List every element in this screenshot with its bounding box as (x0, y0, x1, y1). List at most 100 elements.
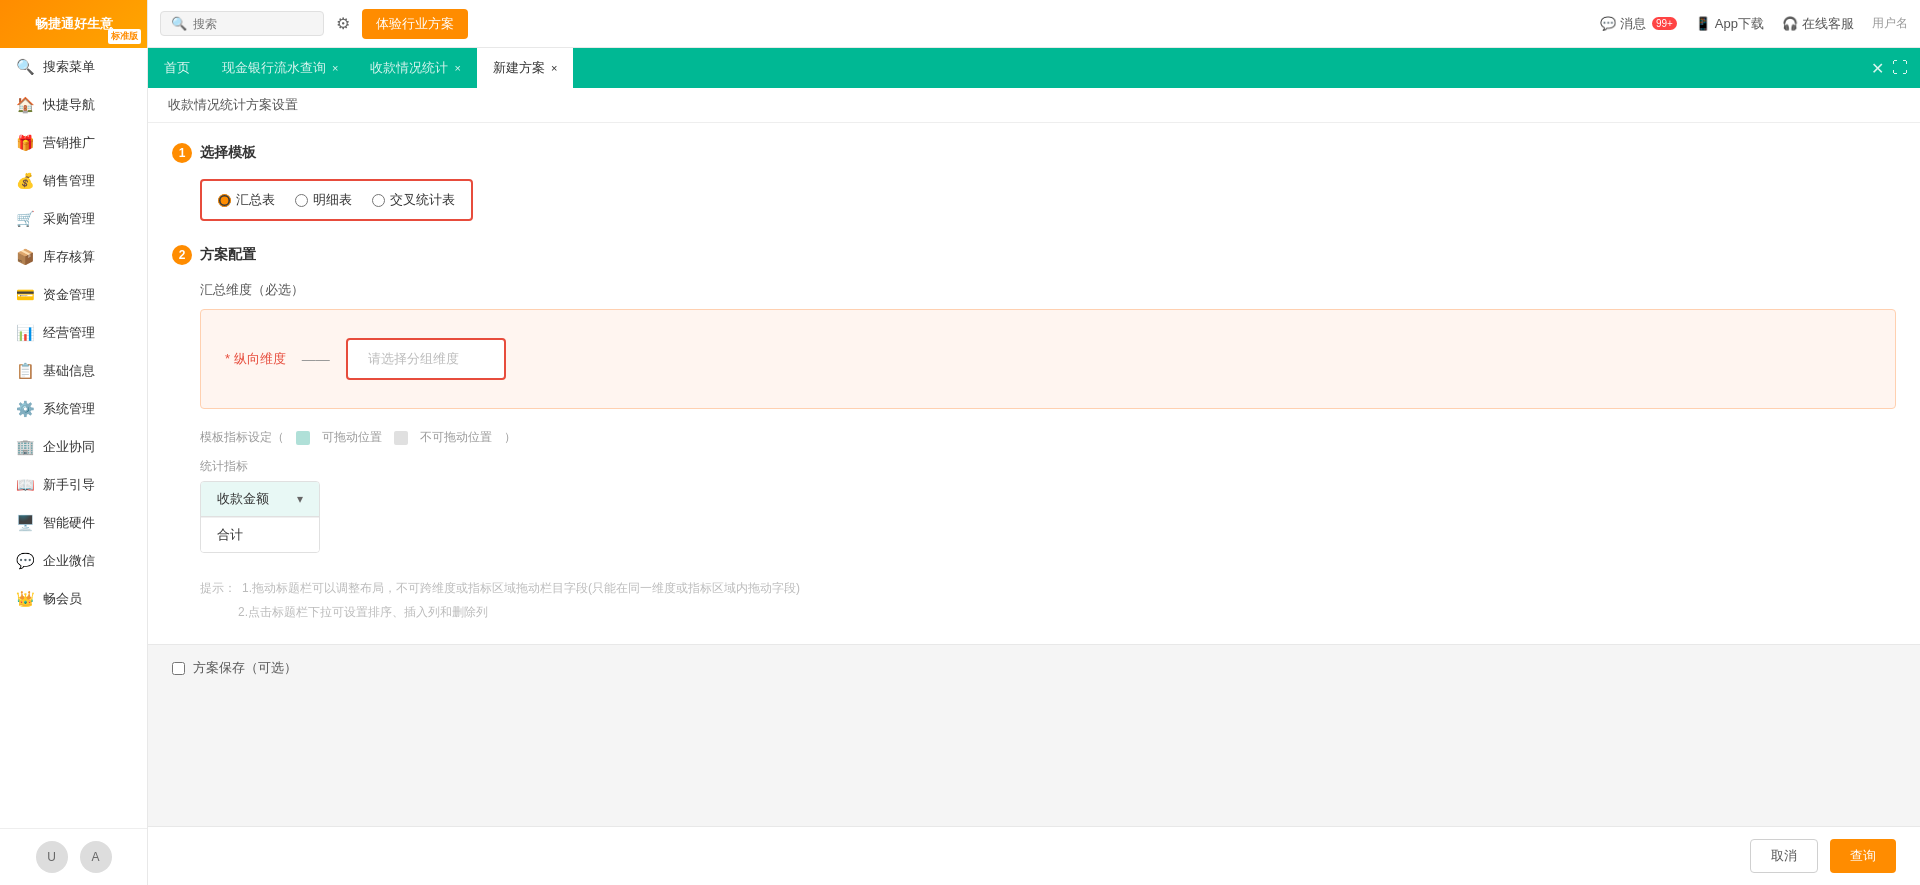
radio-group: 汇总表 明细表 交叉统计表 (218, 191, 455, 209)
stats-table-wrap: 统计指标 收款金额 ▾ 合计 (200, 458, 320, 556)
query-button[interactable]: 查询 (1830, 839, 1896, 873)
sidebar-label-member: 畅会员 (43, 590, 82, 608)
page-area: 收款情况统计方案设置 1 选择模板 汇总表 (148, 88, 1920, 885)
guide-icon: 📖 (16, 476, 35, 494)
close-tab-btn[interactable]: ✕ (1871, 59, 1884, 78)
topbar: 🔍 ⚙ 体验行业方案 💬 消息 99+ 📱 App下载 🎧 在线客服 用户名 (148, 0, 1920, 48)
tab-label-collection: 收款情况统计 (370, 59, 448, 77)
radio-detail-input[interactable] (295, 194, 308, 207)
radio-cross-input[interactable] (372, 194, 385, 207)
footer-bar: 取消 查询 (148, 826, 1920, 885)
radio-summary-label: 汇总表 (236, 191, 275, 209)
step2-content: 汇总维度（必选） * 纵向维度 —— 请选择分组维度 模板指标设定（ 可拖动位置… (200, 281, 1896, 624)
sidebar-label-purchase: 采购管理 (43, 210, 95, 228)
draggable-icon (296, 431, 310, 445)
sidebar-label-inventory: 库存核算 (43, 248, 95, 266)
service-btn[interactable]: 🎧 在线客服 (1782, 15, 1854, 33)
metrics-container: 统计指标 收款金额 ▾ 合计 (200, 458, 1896, 556)
app-name: 畅捷通好生意 (35, 15, 113, 33)
sidebar-item-enterprise[interactable]: 🏢企业协同 (0, 428, 147, 466)
download-label: App下载 (1715, 15, 1764, 33)
sidebar-item-smart-hw[interactable]: 🖥️ 智能硬件 (0, 504, 147, 542)
breadcrumb: 收款情况统计方案设置 (148, 88, 1920, 123)
sidebar-item-member[interactable]: 👑畅会员 (0, 580, 147, 618)
sidebar-item-finance[interactable]: 💳资金管理 (0, 276, 147, 314)
metrics-close: ） (504, 429, 516, 446)
base-info-icon: 📋 (16, 362, 35, 380)
tab-close-collection[interactable]: × (454, 62, 460, 74)
tip-1-text: 1.拖动标题栏可以调整布局，不可跨维度或指标区域拖动栏目字段(只能在同一维度或指… (242, 576, 800, 600)
sidebar-label-wechat: 企业微信 (43, 552, 95, 570)
tip-2: 2.点击标题栏下拉可设置排序、插入列和删除列 (200, 600, 1896, 624)
sidebar-item-system[interactable]: ⚙️系统管理 (0, 390, 147, 428)
chevron-down-icon[interactable]: ▾ (297, 492, 303, 506)
sidebar-item-base-info[interactable]: 📋基础信息 (0, 352, 147, 390)
tab-close-bank[interactable]: × (332, 62, 338, 74)
save-section: 方案保存（可选） (148, 644, 1920, 691)
step2-title: 方案配置 (200, 246, 256, 264)
purchase-icon: 🛒 (16, 210, 35, 228)
radio-cross[interactable]: 交叉统计表 (372, 191, 455, 209)
finance-icon: 💳 (16, 286, 35, 304)
radio-cross-label: 交叉统计表 (390, 191, 455, 209)
tab-collection[interactable]: 收款情况统计 × (354, 48, 476, 88)
sidebar-item-purchase[interactable]: 🛒 采购管理 (0, 200, 147, 238)
tab-home[interactable]: 首页 (148, 48, 206, 88)
message-btn[interactable]: 💬 消息 99+ (1600, 15, 1677, 33)
sidebar-item-operations[interactable]: 📊经营管理 (0, 314, 147, 352)
user-avatar2: A (80, 841, 112, 873)
topbar-search[interactable]: 🔍 (160, 11, 324, 36)
smart-hw-icon: 🖥️ (16, 514, 35, 532)
sidebar-label-marketing: 营销推广 (43, 134, 95, 152)
tips-section: 提示： 1.拖动标题栏可以调整布局，不可跨维度或指标区域拖动栏目字段(只能在同一… (200, 576, 1896, 624)
dimension-select[interactable]: 请选择分组维度 (346, 338, 506, 380)
sidebar-item-guide[interactable]: 📖 新手引导 (0, 466, 147, 504)
save-label[interactable]: 方案保存（可选） (193, 659, 297, 677)
tab-new-plan[interactable]: 新建方案× (477, 48, 573, 88)
main-area: 🔍 ⚙ 体验行业方案 💬 消息 99+ 📱 App下载 🎧 在线客服 用户名 首… (148, 0, 1920, 885)
col-header-label: 收款金额 (217, 490, 269, 508)
tab-label-bank: 现金银行流水查询 (222, 59, 326, 77)
download-icon: 📱 (1695, 16, 1711, 31)
metrics-col-header[interactable]: 收款金额 ▾ (201, 482, 319, 517)
sidebar-item-quick-nav[interactable]: 🏠快捷导航 (0, 86, 147, 124)
message-icon: 💬 (1600, 16, 1616, 31)
tabbar: 首页现金银行流水查询×收款情况统计×新建方案× ✕ ⛶ (148, 48, 1920, 88)
step1-title: 选择模板 (200, 144, 256, 162)
no-draggable-icon (394, 431, 408, 445)
radio-detail[interactable]: 明细表 (295, 191, 352, 209)
sidebar-item-sales[interactable]: 💰销售管理 (0, 162, 147, 200)
sidebar-item-wechat[interactable]: 💬企业微信 (0, 542, 147, 580)
inventory-icon: 📦 (16, 248, 35, 266)
sidebar-item-inventory[interactable]: 📦 库存核算 (0, 238, 147, 276)
tabbar-actions: ✕ ⛶ (1871, 59, 1920, 78)
tab-bank[interactable]: 现金银行流水查询 × (206, 48, 354, 88)
save-checkbox[interactable] (172, 662, 185, 675)
dimension-row: * 纵向维度 —— 请选择分组维度 (225, 338, 506, 380)
cancel-button[interactable]: 取消 (1750, 839, 1818, 873)
gear-icon[interactable]: ⚙ (336, 14, 350, 33)
expand-tab-btn[interactable]: ⛶ (1892, 59, 1908, 77)
radio-summary[interactable]: 汇总表 (218, 191, 275, 209)
sidebar-label-sales: 销售管理 (43, 172, 95, 190)
app-version: 标准版 (108, 29, 141, 44)
metrics-label: 模板指标设定（ (200, 429, 284, 446)
radio-summary-input[interactable] (218, 194, 231, 207)
sidebar-label-system: 系统管理 (43, 400, 95, 418)
tip-prefix: 提示： (200, 576, 236, 600)
download-btn[interactable]: 📱 App下载 (1695, 15, 1764, 33)
sidebar-item-search[interactable]: 🔍搜索菜单 (0, 48, 147, 86)
sidebar-label-guide: 新手引导 (43, 476, 95, 494)
sidebar-item-marketing[interactable]: 🎁 营销推广 (0, 124, 147, 162)
no-draggable-text: 不可拖动位置 (420, 429, 492, 446)
vertical-label: * 纵向维度 (225, 350, 286, 368)
sidebar-label-smart-hw: 智能硬件 (43, 514, 95, 532)
industry-btn[interactable]: 体验行业方案 (362, 9, 468, 39)
service-icon: 🎧 (1782, 16, 1798, 31)
tip-2-text: 2.点击标题栏下拉可设置排序、插入列和删除列 (238, 600, 488, 624)
tip-1: 提示： 1.拖动标题栏可以调整布局，不可跨维度或指标区域拖动栏目字段(只能在同一… (200, 576, 1896, 600)
marketing-icon: 🎁 (16, 134, 35, 152)
stats-label: 统计指标 (200, 458, 320, 475)
tab-close-new-plan[interactable]: × (551, 62, 557, 74)
search-input[interactable] (193, 17, 313, 31)
